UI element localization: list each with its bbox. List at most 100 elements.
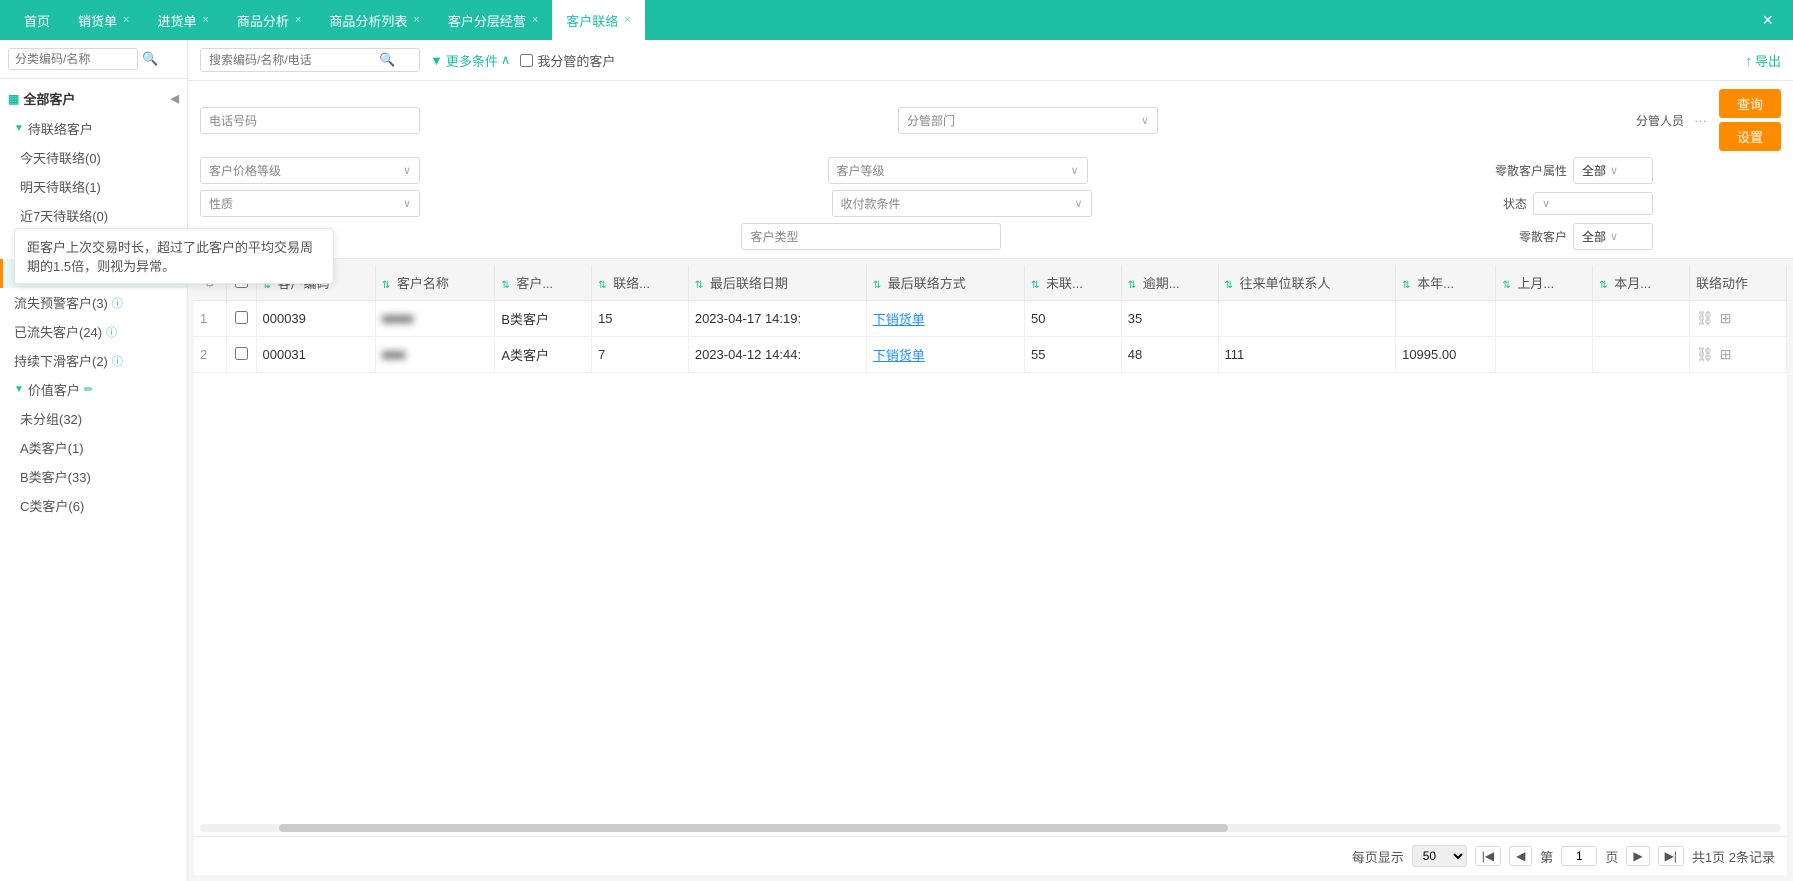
nav-item-customer-contact[interactable]: 客户联络 ×	[552, 0, 644, 40]
row2-contact: 7	[592, 337, 689, 373]
sort-icon-contact-person[interactable]: ⇅	[1225, 280, 1233, 291]
phone-field[interactable]: 电话号码	[200, 107, 420, 134]
value-customer-section[interactable]: ▼ 价值客户 ✏	[0, 375, 187, 404]
table-wrapper[interactable]: ⚙ ⇅ 客户编码 ⇅ 客户名称	[194, 265, 1787, 824]
info-icon-churn-warning[interactable]: ⓘ	[112, 295, 123, 311]
nav-item-customer-tier[interactable]: 客户分层经营 ×	[434, 0, 552, 40]
customer-type-field[interactable]: 客户类型	[741, 223, 1001, 250]
sidebar-item-churned[interactable]: 已流失客户(24) ⓘ	[0, 317, 187, 346]
row2-overdue: 48	[1121, 337, 1218, 373]
sort-icon-this-year[interactable]: ⇅	[1402, 280, 1410, 291]
pending-contact-section[interactable]: ▼ 待联络客户	[0, 114, 187, 143]
sidebar-search-button[interactable]: 🔍	[138, 49, 162, 69]
sort-icon-last-date[interactable]: ⇅	[695, 280, 703, 291]
edit-icon[interactable]: ✏	[84, 383, 93, 396]
page-number-input[interactable]	[1561, 846, 1597, 866]
gender-field[interactable]: 性质 ∨	[200, 190, 420, 217]
per-page-label: 每页显示	[1352, 847, 1404, 866]
customer-level-field[interactable]: 客户等级 ∨	[828, 157, 1088, 184]
sort-icon-overdue[interactable]: ⇅	[1128, 280, 1136, 291]
manager-dots[interactable]: ···	[1690, 113, 1711, 128]
row1-last-method-val[interactable]: 下销货单	[873, 312, 925, 327]
query-button[interactable]: 查询	[1719, 89, 1781, 118]
row1-type-val: B类客户	[501, 312, 549, 327]
sort-icon-contact[interactable]: ⇅	[598, 280, 606, 291]
nav-item-sales[interactable]: 销货单 ×	[64, 0, 143, 40]
retail-attr-val: 全部	[1582, 162, 1606, 179]
horizontal-scrollbar[interactable]	[200, 824, 1781, 832]
col-label-last-month: 上月...	[1517, 276, 1554, 291]
first-page-button[interactable]: |◀	[1475, 846, 1501, 866]
nav-close-sales[interactable]: ×	[123, 14, 129, 26]
filter-panel: 电话号码 分管部门 ∨ 分管人员 ··· 查询 设置	[188, 81, 1793, 259]
nav-close-analysis-list[interactable]: ×	[413, 14, 419, 26]
declining-label: 持续下滑客户(2)	[14, 351, 108, 370]
row2-uncontacted: 55	[1024, 337, 1121, 373]
nav-label-home: 首页	[24, 11, 50, 30]
nav-close-customer-contact[interactable]: ×	[624, 14, 630, 26]
retail-customer-select[interactable]: 全部 ∨	[1573, 223, 1653, 250]
price-level-field[interactable]: 客户价格等级 ∨	[200, 157, 420, 184]
nav-item-home[interactable]: 首页	[10, 0, 64, 40]
row1-uncontacted-val: 50	[1031, 311, 1045, 326]
sort-icon-last-method[interactable]: ⇅	[873, 280, 881, 291]
sidebar-item-tomorrow[interactable]: 明天待联络(1)	[0, 172, 187, 201]
next-page-button[interactable]: ▶	[1626, 846, 1649, 866]
search-input[interactable]	[209, 53, 379, 67]
sidebar-item-b-class[interactable]: B类客户(33)	[0, 462, 187, 491]
b-class-label: B类客户(33)	[20, 470, 91, 485]
all-customers-header[interactable]: ▦ 全部客户 ◀	[0, 83, 187, 114]
sort-icon-type[interactable]: ⇅	[501, 280, 509, 291]
more-conditions-label: 更多条件	[446, 51, 498, 70]
sidebar-item-7days[interactable]: 近7天待联络(0)	[0, 201, 187, 230]
info-icon-declining[interactable]: ⓘ	[112, 353, 123, 369]
sidebar-item-declining[interactable]: 持续下滑客户(2) ⓘ	[0, 346, 187, 375]
row1-grid-icon[interactable]: ⊞	[1720, 310, 1732, 327]
row2-link-icon[interactable]: ⛓	[1696, 346, 1714, 363]
sidebar-item-c-class[interactable]: C类客户(6)	[0, 491, 187, 520]
more-conditions-button[interactable]: ▼ 更多条件 ∧	[430, 51, 510, 70]
row1-link-icon[interactable]: ⛓	[1696, 310, 1714, 327]
nav-close-customer-tier[interactable]: ×	[532, 14, 538, 26]
row2-last-method-val[interactable]: 下销货单	[873, 348, 925, 363]
sidebar-item-today[interactable]: 今天待联络(0)	[0, 143, 187, 172]
row2-this-year-val: 10995.00	[1402, 347, 1456, 362]
payment-terms-field[interactable]: 收付款条件 ∨	[832, 190, 1092, 217]
sort-icon-this-month[interactable]: ⇅	[1599, 280, 1607, 291]
nav-label-sales: 销货单	[78, 11, 117, 30]
sort-icon-name[interactable]: ⇅	[382, 280, 390, 291]
sidebar-item-ungroup[interactable]: 未分组(32)	[0, 404, 187, 433]
row2-checkbox[interactable]	[235, 347, 248, 360]
set-button[interactable]: 设置	[1719, 122, 1781, 151]
sidebar-item-churn-warning[interactable]: 流失预警客户(3) ⓘ	[0, 288, 187, 317]
nav-item-purchase[interactable]: 进货单 ×	[143, 0, 222, 40]
per-page-select[interactable]: 50 100 200	[1412, 845, 1467, 867]
dept-field[interactable]: 分管部门 ∨	[898, 107, 1158, 134]
my-customers-label: 我分管的客户	[537, 51, 615, 70]
sort-icon-last-month[interactable]: ⇅	[1502, 280, 1510, 291]
status-select[interactable]: ∨	[1533, 192, 1653, 215]
sort-icon-uncontacted[interactable]: ⇅	[1031, 280, 1039, 291]
export-button[interactable]: ↑ 导出	[1745, 51, 1781, 70]
nav-item-analysis[interactable]: 商品分析 ×	[223, 0, 315, 40]
retail-customer-group: 零散客户 全部 ∨	[1519, 223, 1653, 250]
row2-last-method: 下销货单	[866, 337, 1024, 373]
dept-field-group: 分管部门 ∨	[898, 107, 1158, 134]
nav-close-purchase[interactable]: ×	[202, 14, 208, 26]
retail-attr-select[interactable]: 全部 ∨	[1573, 157, 1653, 184]
prev-page-button[interactable]: ◀	[1509, 846, 1532, 866]
row2-grid-icon[interactable]: ⊞	[1720, 346, 1732, 363]
row2-num: 2	[194, 337, 226, 373]
my-customers-checkbox[interactable]	[520, 54, 533, 67]
window-close-button[interactable]: ×	[1752, 10, 1783, 31]
col-header-type: ⇅ 客户...	[495, 265, 592, 301]
search-icon[interactable]: 🔍	[379, 52, 395, 68]
last-page-button[interactable]: ▶|	[1658, 846, 1684, 866]
nav-item-analysis-list[interactable]: 商品分析列表 ×	[315, 0, 433, 40]
sidebar-search-input[interactable]	[8, 48, 138, 70]
info-icon-churned[interactable]: ⓘ	[106, 324, 117, 340]
row1-checkbox[interactable]	[235, 311, 248, 324]
nav-close-analysis[interactable]: ×	[295, 14, 301, 26]
customer-level-arrow-icon: ∨	[1070, 164, 1078, 177]
sidebar-item-a-class[interactable]: A类客户(1)	[0, 433, 187, 462]
